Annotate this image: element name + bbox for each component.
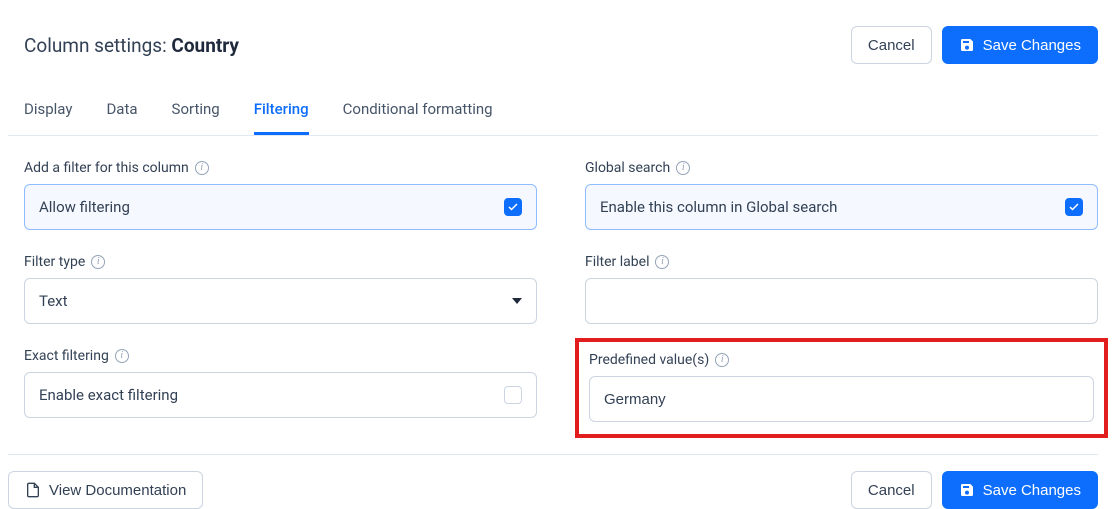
save-changes-button[interactable]: Save Changes [942, 26, 1098, 64]
add-filter-checkbox[interactable] [504, 198, 522, 216]
filter-type-value: Text [39, 292, 68, 310]
info-icon[interactable] [195, 161, 209, 175]
add-filter-label: Add a filter for this column [24, 160, 189, 176]
predefined-input[interactable] [604, 391, 1079, 408]
info-icon[interactable] [115, 349, 129, 363]
chevron-down-icon [512, 298, 522, 304]
filter-label-label: Filter label [585, 254, 649, 270]
global-search-value: Enable this column in Global search [600, 198, 837, 216]
field-add-filter: Add a filter for this column Allow filte… [24, 160, 537, 230]
exact-filtering-label: Exact filtering [24, 348, 109, 364]
title-prefix: Column settings: [24, 34, 171, 57]
tab-conditional-formatting[interactable]: Conditional formatting [343, 88, 493, 135]
info-icon[interactable] [655, 255, 669, 269]
predefined-input-wrap [589, 376, 1094, 422]
column-name: Country [171, 34, 239, 57]
filter-type-select[interactable]: Text [24, 278, 537, 324]
field-filter-label: Filter label [585, 254, 1098, 324]
document-icon [25, 482, 41, 498]
global-search-checkbox[interactable] [1065, 198, 1083, 216]
field-global-search: Global search Enable this column in Glob… [585, 160, 1098, 230]
exact-filtering-value: Enable exact filtering [39, 386, 178, 404]
save-icon [959, 482, 975, 498]
tab-filtering[interactable]: Filtering [254, 88, 309, 135]
info-icon[interactable] [91, 255, 105, 269]
page-title: Column settings: Country [24, 34, 239, 57]
info-icon[interactable] [715, 353, 729, 367]
field-exact-filtering: Exact filtering Enable exact filtering [24, 348, 537, 426]
add-filter-value: Allow filtering [39, 198, 130, 216]
tab-data[interactable]: Data [106, 88, 137, 135]
footer-save-label: Save Changes [983, 482, 1081, 499]
add-filter-control[interactable]: Allow filtering [24, 184, 537, 230]
filter-label-input[interactable] [600, 293, 1083, 310]
field-predefined-values: Predefined value(s) [585, 348, 1098, 426]
info-icon[interactable] [676, 161, 690, 175]
tabs-bar: Display Data Sorting Filtering Condition… [8, 88, 1098, 136]
filter-type-label: Filter type [24, 254, 85, 270]
view-documentation-button[interactable]: View Documentation [8, 471, 203, 509]
view-documentation-label: View Documentation [49, 482, 186, 499]
save-button-label: Save Changes [983, 37, 1081, 54]
predefined-label: Predefined value(s) [589, 352, 709, 368]
tab-display[interactable]: Display [24, 88, 72, 135]
exact-filtering-control[interactable]: Enable exact filtering [24, 372, 537, 418]
cancel-button[interactable]: Cancel [851, 26, 932, 64]
save-icon [959, 37, 975, 53]
global-search-label: Global search [585, 160, 670, 176]
field-filter-type: Filter type Text [24, 254, 537, 324]
exact-filtering-checkbox[interactable] [504, 386, 522, 404]
footer-save-changes-button[interactable]: Save Changes [942, 471, 1098, 509]
filter-label-input-wrap [585, 278, 1098, 324]
global-search-control[interactable]: Enable this column in Global search [585, 184, 1098, 230]
highlight-box: Predefined value(s) [575, 338, 1108, 438]
tab-sorting[interactable]: Sorting [172, 88, 220, 135]
footer-cancel-button[interactable]: Cancel [851, 471, 932, 509]
